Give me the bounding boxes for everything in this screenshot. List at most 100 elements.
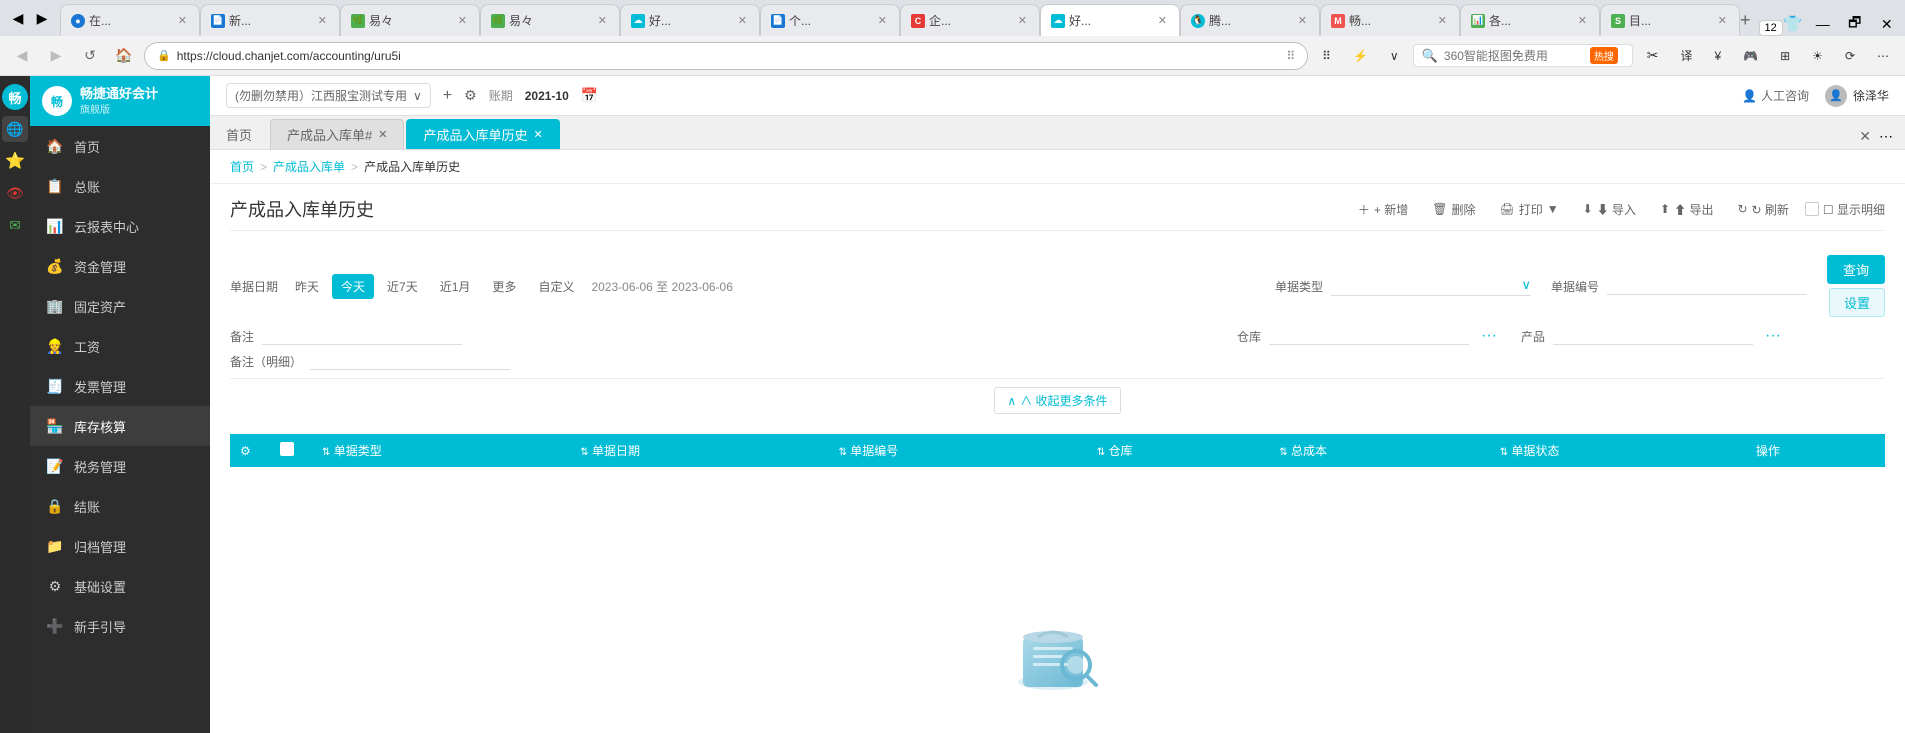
back-button[interactable]: ◀ [8,8,28,28]
note-input[interactable] [262,328,462,345]
page-tab-history-close[interactable]: ✕ [533,128,542,141]
tab-8-close[interactable]: ✕ [1156,12,1169,29]
tab-11-close[interactable]: ✕ [1576,12,1589,29]
tab-4-close[interactable]: ✕ [596,12,609,29]
tab-9-close[interactable]: ✕ [1296,12,1309,29]
company-selector[interactable]: (勿删勿禁用）江西服宝测试专用 ∨ [226,83,431,108]
tab-11[interactable]: 📊 各... ✕ [1460,4,1600,36]
sidebar-item-ledger[interactable]: 📋 总账 [30,166,210,206]
date-today[interactable]: 今天 [332,274,374,299]
close-window-button[interactable]: ✕ [1875,12,1899,36]
table-settings-icon[interactable]: ⚙ [240,444,251,458]
grid-button[interactable]: ⊞ [1772,42,1798,70]
page-tab-history[interactable]: 产成品入库单历史 ✕ [406,119,559,149]
yuan-button[interactable]: ¥ [1706,42,1729,70]
export-button[interactable]: ⬆ ⬆ 导出 [1652,197,1721,222]
company-settings-button[interactable]: ⚙ [464,87,477,104]
sidebar-item-newopen[interactable]: ➕ 新手引导 [30,606,210,646]
sidebar-item-fixed[interactable]: 🏢 固定资产 [30,286,210,326]
user-info[interactable]: 👤 徐泽华 [1825,85,1889,107]
warehouse-input[interactable] [1269,328,1469,345]
new-tab-button[interactable]: + [1740,4,1751,36]
sidebar-item-home[interactable]: 🏠 首页 [30,126,210,166]
th-status[interactable]: ⇅ 单据状态 [1488,434,1746,467]
page-tab-list[interactable]: 产成品入库单# ✕ [270,119,404,149]
sync-button[interactable]: ⟳ [1837,42,1863,70]
tab-1-close[interactable]: ✕ [176,12,189,29]
search-input[interactable] [1444,49,1584,63]
tab-6-close[interactable]: ✕ [876,12,889,29]
tab-7[interactable]: C 企... ✕ [900,4,1040,36]
display-detail-checkbox-area[interactable]: ☐ 显示明细 [1805,201,1885,218]
sidebar-item-tax[interactable]: 📝 税务管理 [30,446,210,486]
collapse-button[interactable]: ∧ ∧ 收起更多条件 [994,387,1120,414]
type-select[interactable]: ∨ [1331,277,1531,296]
back-nav-button[interactable]: ◀ [8,42,36,70]
url-bar[interactable]: 🔒 https://cloud.chanjet.com/accounting/u… [144,42,1308,70]
date-more[interactable]: 更多 [483,274,525,299]
translate-button[interactable]: 译 [1672,42,1700,70]
set-button[interactable]: 设置 [1829,288,1885,317]
sidebar-item-archive[interactable]: 📁 归档管理 [30,526,210,566]
th-number[interactable]: ⇅ 单据编号 [827,434,1085,467]
product-input[interactable] [1553,328,1753,345]
display-checkbox[interactable] [1805,202,1819,216]
maximize-button[interactable]: 🗗 [1843,12,1867,36]
import-button[interactable]: ⬇ ⬇ 导入 [1575,197,1644,222]
theme-button[interactable]: ☀ [1804,42,1831,70]
sidebar-item-close[interactable]: 🔒 结账 [30,486,210,526]
sidebar-icon-browser[interactable]: 🌐 [2,116,28,142]
number-input[interactable] [1607,278,1807,295]
content-close-button[interactable]: ✕ [1855,124,1875,149]
tab-3[interactable]: 🌿 易々 ✕ [340,4,480,36]
forward-button[interactable]: ▶ [32,8,52,28]
refresh-button[interactable]: ↻ ↻ 刷新 [1729,197,1796,222]
add-company-button[interactable]: + [443,87,452,105]
sidebar-icon-mail[interactable]: ✉ [2,212,28,238]
delete-button[interactable]: 🗑 删除 [1424,197,1483,222]
game-button[interactable]: 🎮 [1735,42,1766,70]
breadcrumb-list[interactable]: 产成品入库单 [273,158,345,175]
th-total[interactable]: ⇅ 总成本 [1267,434,1487,467]
minimize-button[interactable]: — [1811,12,1835,36]
th-date[interactable]: ⇅ 单据日期 [568,434,826,467]
date-yesterday[interactable]: 昨天 [286,274,328,299]
sidebar-icon-star[interactable]: ⭐ [2,148,28,174]
forward-nav-button[interactable]: ▶ [42,42,70,70]
warehouse-more-button[interactable]: ··· [1477,327,1501,345]
content-more-button[interactable]: ⋯ [1875,128,1897,145]
tab-10[interactable]: M 畅... ✕ [1320,4,1460,36]
add-button[interactable]: ＋ + 新增 [1350,197,1416,222]
sidebar-item-invoice[interactable]: 🧾 发票管理 [30,366,210,406]
tab-12-close[interactable]: ✕ [1716,12,1729,29]
date-custom[interactable]: 自定义 [529,274,583,299]
type-dropdown-icon[interactable]: ∨ [1521,277,1531,293]
tab-9[interactable]: 🐧 腾... ✕ [1180,4,1320,36]
sidebar-item-basic[interactable]: ⚙ 基础设置 [30,566,210,606]
tab-8[interactable]: ☁ 好... ✕ [1040,4,1180,36]
tab-4[interactable]: 🌿 易々 ✕ [480,4,620,36]
date-7days[interactable]: 近7天 [378,274,427,299]
scissors-button[interactable]: ✂ [1639,42,1667,70]
customer-service-button[interactable]: 👤 人工咨询 [1742,87,1809,104]
sidebar-item-fund[interactable]: 💰 资金管理 [30,246,210,286]
tab-12[interactable]: S 目... ✕ [1600,4,1740,36]
lightning-button[interactable]: ⚡ [1345,42,1376,70]
th-checkbox[interactable] [270,434,310,467]
sidebar-icon-weibo[interactable]: 👁 [2,180,28,206]
th-settings[interactable]: ⚙ [230,434,270,467]
tab-10-close[interactable]: ✕ [1436,12,1449,29]
query-button[interactable]: 查询 [1827,255,1885,284]
url-menu-icon[interactable]: ⠿ [1286,49,1295,63]
date-1month[interactable]: 近1月 [431,274,480,299]
page-tab-list-close[interactable]: ✕ [378,128,387,141]
period-calendar-icon[interactable]: 📅 [581,87,598,104]
breadcrumb-home[interactable]: 首页 [230,158,254,175]
extensions-button[interactable]: ⠿ [1314,42,1339,70]
tab-1[interactable]: ● 在... ✕ [60,4,200,36]
print-button[interactable]: 🖨 打印 ▼ [1492,197,1567,222]
tab-2-close[interactable]: ✕ [316,12,329,29]
detail-note-input[interactable] [310,353,510,370]
page-tab-home[interactable]: 首页 [210,119,268,149]
app-logo[interactable]: 畅 [2,84,28,110]
